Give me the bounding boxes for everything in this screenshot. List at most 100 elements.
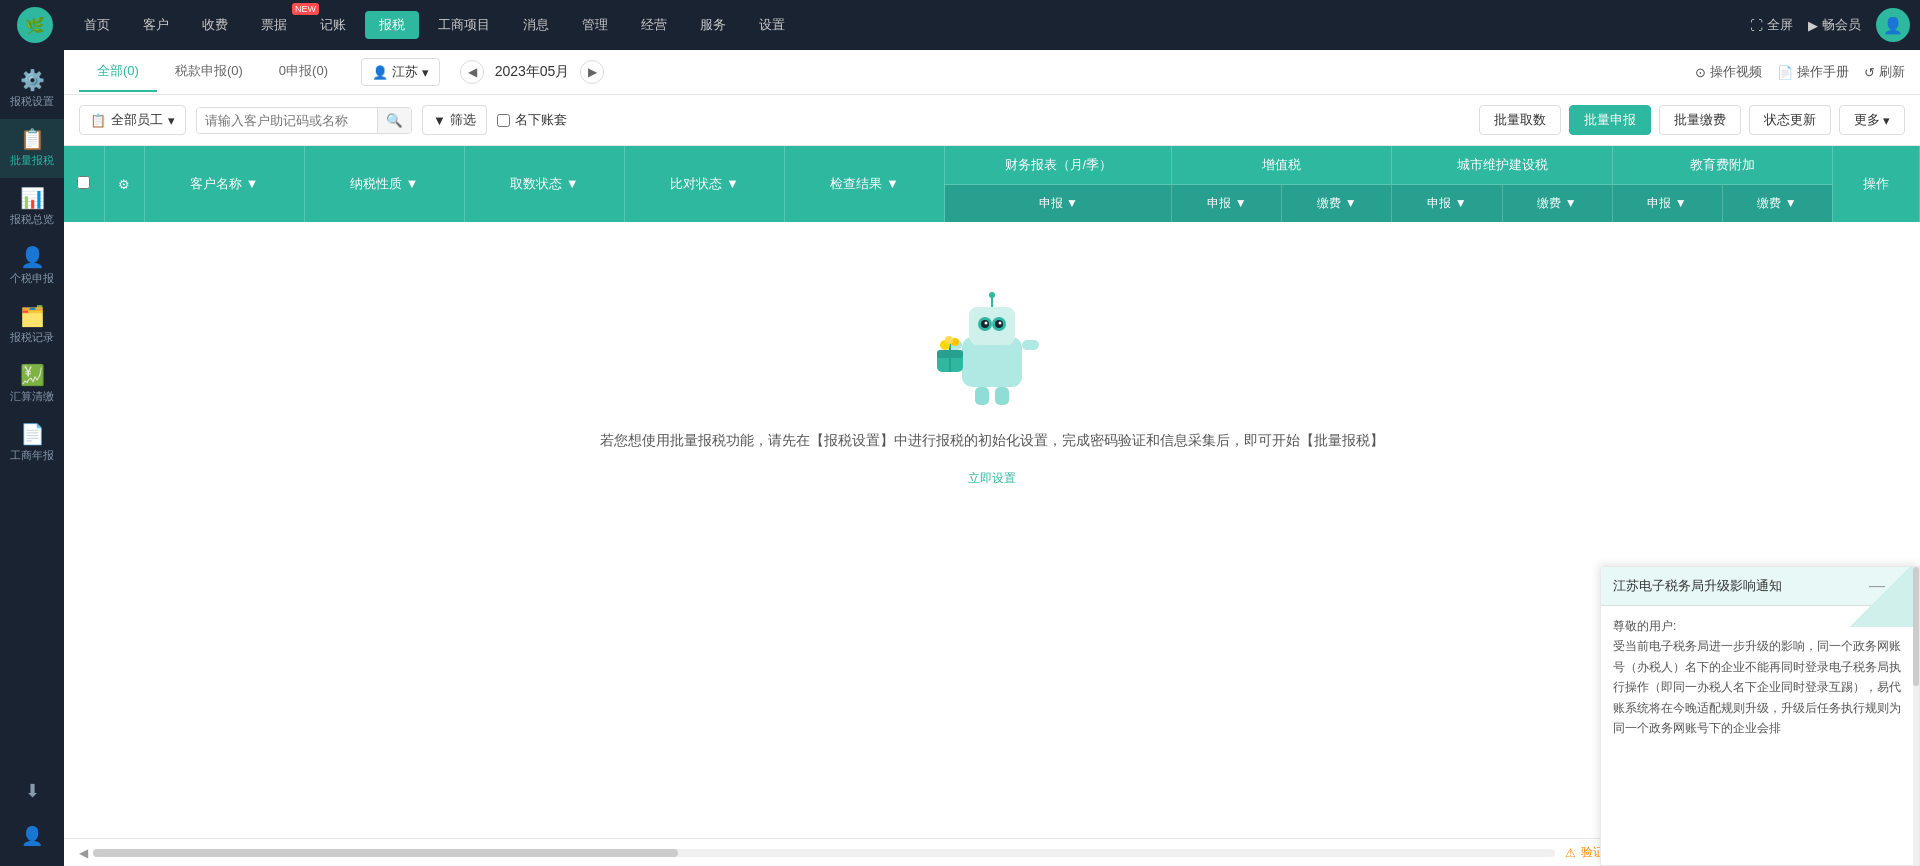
- logo-icon: 🌿: [17, 7, 53, 43]
- logo: 🌿: [10, 0, 60, 50]
- scroll-track[interactable]: [93, 849, 1555, 857]
- search-box: 🔍: [196, 107, 412, 134]
- filter-sub-3: ▼: [1345, 196, 1357, 210]
- setup-link[interactable]: 立即设置: [968, 470, 1016, 487]
- annual-report-icon: 📄: [20, 424, 45, 444]
- region-chevron-icon: ▾: [422, 65, 429, 80]
- th-city-declare: 申报 ▼: [1392, 185, 1502, 223]
- filter-icon-5: ▼: [886, 176, 899, 191]
- th-operations: 操作: [1832, 146, 1919, 222]
- nav-service[interactable]: 服务: [686, 11, 740, 39]
- th-edu-pay: 缴费 ▼: [1722, 185, 1832, 223]
- sidebar-item-personal-tax[interactable]: 👤 个税申报: [0, 237, 64, 296]
- th-city-pay: 缴费 ▼: [1502, 185, 1612, 223]
- th-education-surcharge: 教育费附加: [1612, 146, 1832, 185]
- search-input[interactable]: [197, 108, 377, 133]
- filter-icon-4: ▼: [726, 176, 739, 191]
- filter-icon-2: ▼: [406, 176, 419, 191]
- operation-video-btn[interactable]: ⊙ 操作视频: [1695, 63, 1762, 81]
- batch-declare-btn[interactable]: 批量申报: [1569, 105, 1651, 135]
- prev-month-btn[interactable]: ◀: [460, 60, 484, 84]
- sidebar-item-tax-record[interactable]: 🗂️ 报税记录: [0, 296, 64, 355]
- employee-select-icon: 📋: [90, 113, 106, 128]
- th-check-result: 检查结果 ▼: [785, 146, 945, 222]
- next-month-btn[interactable]: ▶: [580, 60, 604, 84]
- sidebar-item-tax-settings[interactable]: ⚙️ 报税设置: [0, 60, 64, 119]
- search-button[interactable]: 🔍: [377, 108, 411, 133]
- region-selector[interactable]: 👤 江苏 ▾: [361, 58, 440, 86]
- user-avatar[interactable]: 👤: [1876, 8, 1910, 42]
- nav-invoice[interactable]: 票据 NEW: [247, 11, 301, 39]
- toolbar: 📋 全部员工 ▾ 🔍 ▼ 筛选 名下账套 批量取数 批量申报 批量缴费 状态更新…: [64, 95, 1920, 146]
- th-city-construction: 城市维护建设税: [1392, 146, 1612, 185]
- batch-fetch-btn[interactable]: 批量取数: [1479, 105, 1561, 135]
- scroll-thumb: [93, 849, 678, 857]
- operation-manual-btn[interactable]: 📄 操作手册: [1777, 63, 1849, 81]
- month-display: 2023年05月: [492, 63, 572, 81]
- sidebar-download-btn[interactable]: ⬇: [12, 771, 52, 811]
- status-update-btn[interactable]: 状态更新: [1749, 105, 1831, 135]
- tax-summary-icon: 📊: [20, 188, 45, 208]
- notif-scrollbar[interactable]: [1913, 567, 1919, 865]
- th-edu-declare: 申报 ▼: [1612, 185, 1722, 223]
- svg-point-9: [989, 292, 995, 298]
- nav-billing[interactable]: 收费: [188, 11, 242, 39]
- th-compare-status: 比对状态 ▼: [624, 146, 784, 222]
- th-vat-pay: 缴费 ▼: [1282, 185, 1392, 223]
- notif-body: 尊敬的用户: 受当前电子税务局进一步升级的影响，同一个政务网账号（办税人）名下的…: [1601, 606, 1919, 865]
- th-client-name: 客户名称 ▼: [144, 146, 304, 222]
- filter-sub-1: ▼: [1066, 196, 1078, 210]
- scroll-left-arrow[interactable]: ◀: [79, 846, 88, 860]
- svg-point-17: [945, 336, 953, 344]
- filter-sub-4: ▼: [1455, 196, 1467, 210]
- nav-messages[interactable]: 消息: [509, 11, 563, 39]
- select-all-checkbox[interactable]: [77, 176, 90, 189]
- accounts-checkbox[interactable]: [497, 114, 510, 127]
- svg-rect-18: [975, 387, 989, 405]
- nav-business[interactable]: 工商项目: [424, 11, 504, 39]
- tab-zero-declare[interactable]: 0申报(0): [261, 52, 346, 92]
- filter-icon: ▼: [245, 176, 258, 191]
- refresh-btn[interactable]: ↺ 刷新: [1864, 63, 1905, 81]
- sidebar: ⚙️ 报税设置 📋 批量报税 📊 报税总览 👤 个税申报 🗂️ 报税记录 💹 汇…: [0, 50, 64, 866]
- data-table: ⚙ 客户名称 ▼ 纳税性质 ▼ 取数状态 ▼ 比对状态: [64, 146, 1920, 547]
- filter-icon-3: ▼: [566, 176, 579, 191]
- nav-accounting[interactable]: 记账: [306, 11, 360, 39]
- member-btn[interactable]: ▶ 畅会员: [1808, 16, 1861, 34]
- employee-select[interactable]: 📋 全部员工 ▾: [79, 105, 186, 135]
- th-financial-report: 财务报表（月/季）: [945, 146, 1172, 185]
- nav-settings[interactable]: 设置: [745, 11, 799, 39]
- sidebar-item-settlement[interactable]: 💹 汇算清缴: [0, 355, 64, 414]
- more-btn[interactable]: 更多 ▾: [1839, 105, 1905, 135]
- empty-text: 若您想使用批量报税功能，请先在【报税设置】中进行报税的初始化设置，完成密码验证和…: [600, 432, 1384, 450]
- checkbox-label[interactable]: 名下账套: [497, 111, 567, 129]
- batch-pay-btn[interactable]: 批量缴费: [1659, 105, 1741, 135]
- nav-manage[interactable]: 管理: [568, 11, 622, 39]
- svg-rect-19: [995, 387, 1009, 405]
- video-icon: ⊙: [1695, 65, 1706, 80]
- notif-corner-deco: [1839, 567, 1919, 627]
- fullscreen-btn[interactable]: ⛶ 全屏: [1750, 16, 1793, 34]
- new-badge: NEW: [292, 3, 319, 15]
- nav-operation[interactable]: 经营: [627, 11, 681, 39]
- toolbar-right: 批量取数 批量申报 批量缴费 状态更新 更多 ▾: [1479, 105, 1905, 135]
- filter-btn[interactable]: ▼ 筛选: [422, 105, 487, 135]
- sidebar-item-tax-summary[interactable]: 📊 报税总览: [0, 178, 64, 237]
- nav-tax[interactable]: 报税: [365, 11, 419, 39]
- tab-tax-declare[interactable]: 税款申报(0): [157, 52, 261, 92]
- month-nav: ◀ 2023年05月 ▶: [460, 60, 604, 84]
- nav-client[interactable]: 客户: [129, 11, 183, 39]
- nav-items: 首页 客户 收费 票据 NEW 记账 报税 工商项目 消息 管理 经营 服务 设…: [70, 11, 1750, 39]
- svg-rect-1: [969, 307, 1015, 345]
- notification-panel: 江苏电子税务局升级影响通知 — ✕ 尊敬的用户: 受当前电子税务局进一步升级的影…: [1600, 566, 1920, 866]
- tab-all[interactable]: 全部(0): [79, 52, 157, 92]
- filter-sub-2: ▼: [1235, 196, 1247, 210]
- filter-sub-7: ▼: [1785, 196, 1797, 210]
- sidebar-item-batch-tax[interactable]: 📋 批量报税: [0, 119, 64, 178]
- nav-home[interactable]: 首页: [70, 11, 124, 39]
- sidebar-help-btn[interactable]: 👤: [12, 816, 52, 856]
- robot-illustration: [927, 282, 1057, 412]
- top-nav: 🌿 首页 客户 收费 票据 NEW 记账 报税 工商项目 消息 管理 经营 服务…: [0, 0, 1920, 50]
- sidebar-item-annual-report[interactable]: 📄 工商年报: [0, 414, 64, 473]
- tabs-row: 全部(0) 税款申报(0) 0申报(0) 👤 江苏 ▾ ◀ 2023年05月 ▶…: [64, 50, 1920, 95]
